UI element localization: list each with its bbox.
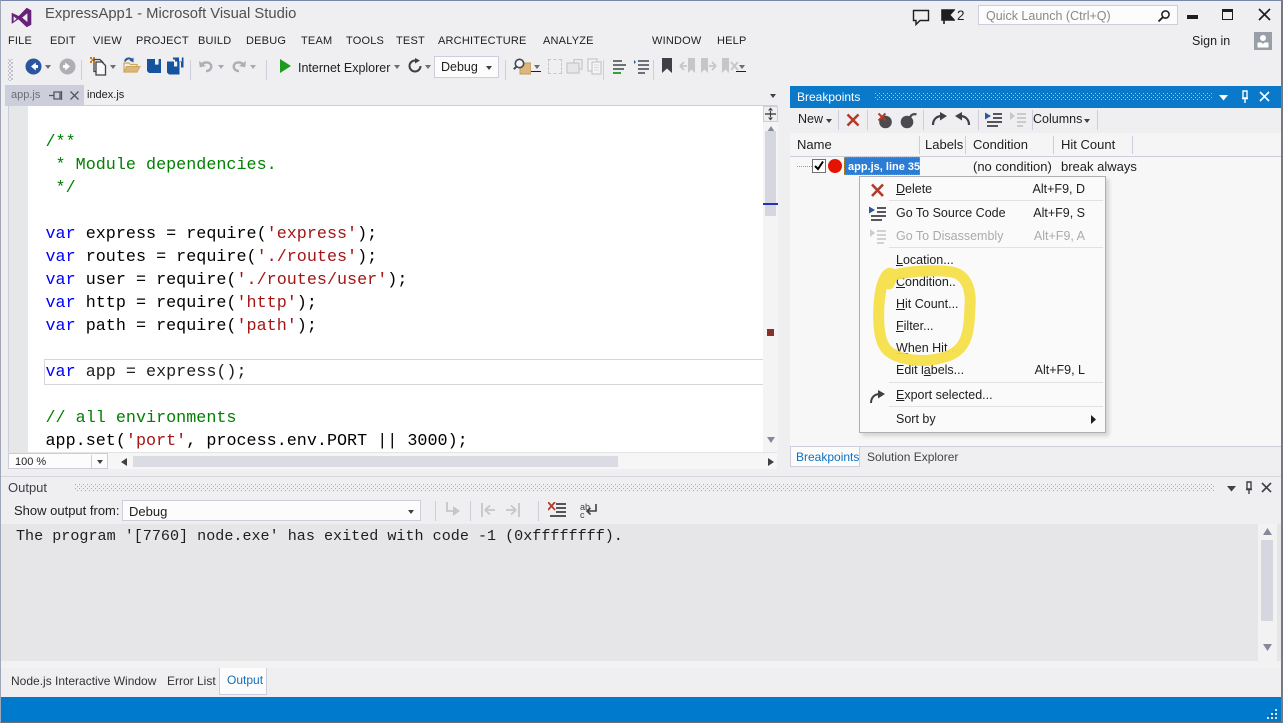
svg-text:c: c [580,510,585,519]
